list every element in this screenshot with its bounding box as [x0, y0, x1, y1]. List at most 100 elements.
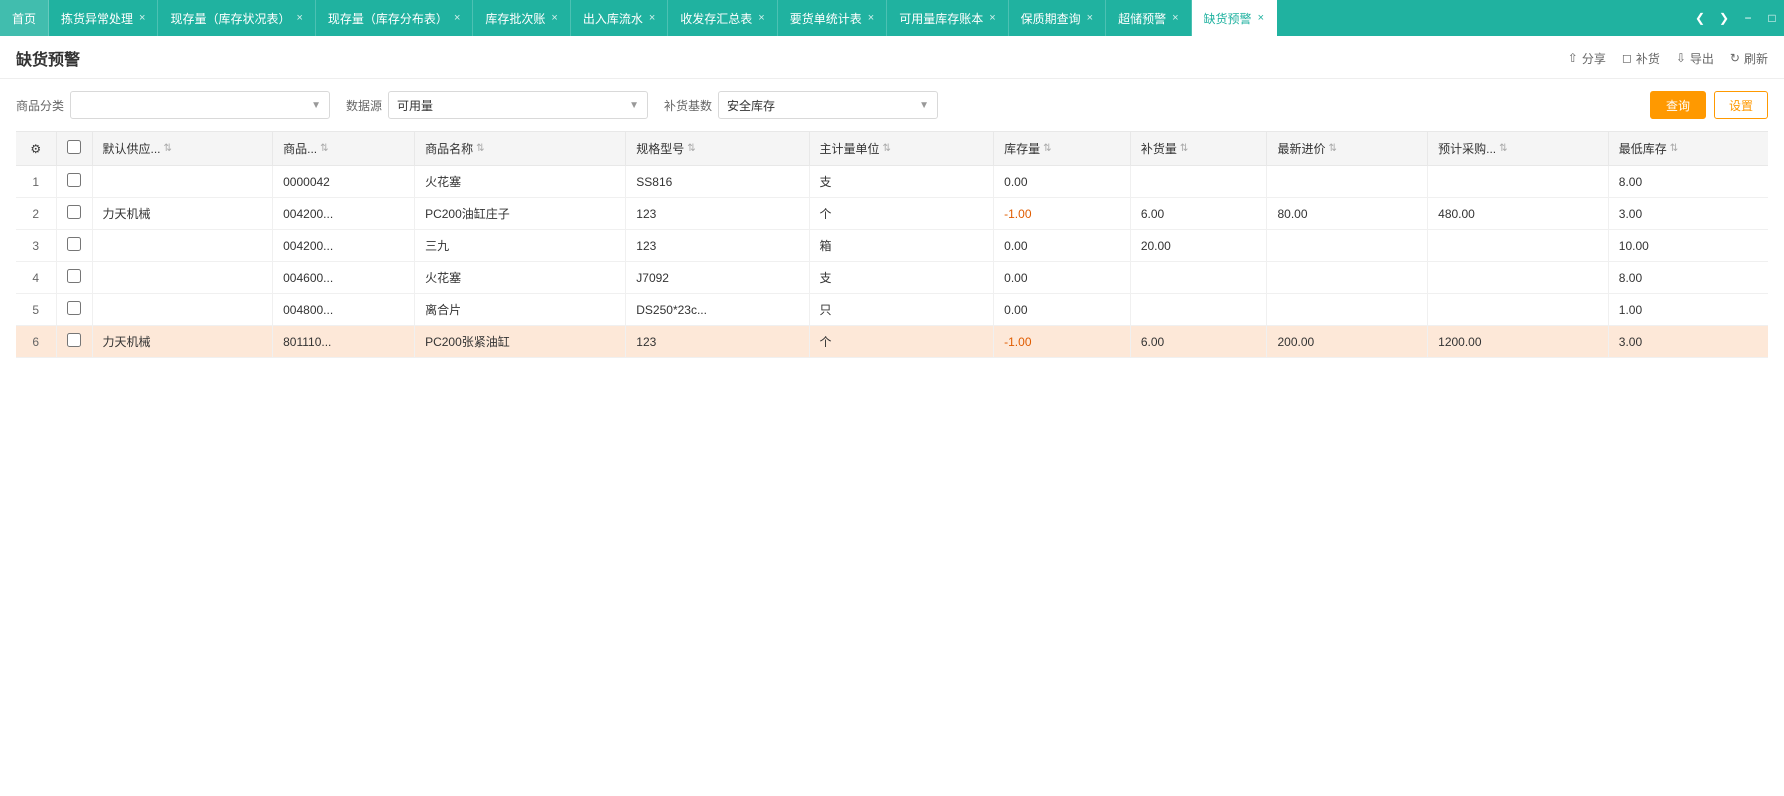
tab-available-close[interactable]: ×	[989, 12, 995, 24]
th-latest-price: 最新进价 ⇅	[1267, 132, 1428, 166]
tab-stock2-close[interactable]: ×	[454, 12, 460, 24]
tab-overstock[interactable]: 超储预警 ×	[1106, 0, 1191, 36]
row-price-3	[1267, 262, 1428, 294]
tab-summary-close[interactable]: ×	[758, 12, 764, 24]
tab-summary[interactable]: 收发存汇总表 ×	[668, 0, 777, 36]
th-supplier-sort[interactable]: 默认供应... ⇅	[103, 140, 172, 157]
th-unit-sort[interactable]: 主计量单位 ⇅	[820, 140, 891, 157]
row-stock-2: 0.00	[994, 230, 1131, 262]
row-min-1: 3.00	[1608, 198, 1768, 230]
th-min-sort[interactable]: 最低库存 ⇅	[1619, 140, 1678, 157]
replenish-action[interactable]: ◻ 补货	[1622, 50, 1660, 67]
row-replenish-5: 6.00	[1130, 326, 1267, 358]
share-label: 分享	[1582, 50, 1606, 67]
tab-picking[interactable]: 拣货异常处理 ×	[49, 0, 158, 36]
replenish-base-label: 补货基数	[664, 97, 712, 114]
row-name-1: PC200油缸庄子	[415, 198, 626, 230]
th-price-sort[interactable]: 最新进价 ⇅	[1277, 140, 1336, 157]
row-spec-0: SS816	[626, 166, 809, 198]
th-replenish-sort[interactable]: 补货量 ⇅	[1141, 140, 1188, 157]
tab-available[interactable]: 可用量库存账本 ×	[887, 0, 1008, 36]
th-stock: 库存量 ⇅	[994, 132, 1131, 166]
th-code-sort[interactable]: 商品... ⇅	[283, 140, 328, 157]
table-row: 1 0000042 火花塞 SS816 支 0.00 8.00	[16, 166, 1768, 198]
tab-batch-label: 库存批次账	[485, 10, 545, 27]
th-stock-sort[interactable]: 库存量 ⇅	[1004, 140, 1051, 157]
settings-button[interactable]: 设置	[1714, 91, 1768, 119]
tab-minimize-btn[interactable]: −	[1736, 11, 1760, 25]
row-checkbox-0[interactable]	[67, 173, 81, 187]
tab-home[interactable]: 首页	[0, 0, 49, 36]
row-unit-5: 个	[809, 326, 994, 358]
th-replenish-label: 补货量	[1141, 140, 1177, 157]
tab-prev-btn[interactable]: ❮	[1688, 11, 1712, 25]
tab-demand-close[interactable]: ×	[868, 12, 874, 24]
row-checkbox-1[interactable]	[67, 205, 81, 219]
select-all-checkbox[interactable]	[67, 140, 81, 154]
th-est-label: 预计采购...	[1438, 140, 1496, 157]
tab-stock1-close[interactable]: ×	[296, 12, 302, 24]
row-check-4	[56, 294, 92, 326]
tab-stock1[interactable]: 现存量（库存状况表） ×	[158, 0, 315, 36]
refresh-action[interactable]: ↻ 刷新	[1730, 50, 1768, 67]
row-check-5	[56, 326, 92, 358]
category-select[interactable]: ▼	[70, 91, 330, 119]
tab-inout-close[interactable]: ×	[649, 12, 655, 24]
th-name-sort[interactable]: 商品名称 ⇅	[425, 140, 484, 157]
row-stock-5: -1.00	[994, 326, 1131, 358]
tab-bar: 首页 拣货异常处理 × 现存量（库存状况表） × 现存量（库存分布表） × 库存…	[0, 0, 1784, 36]
th-spec: 规格型号 ⇅	[626, 132, 809, 166]
row-spec-1: 123	[626, 198, 809, 230]
th-est-purchase: 预计采购... ⇅	[1428, 132, 1609, 166]
row-checkbox-3[interactable]	[67, 269, 81, 283]
row-code-3: 004600...	[273, 262, 415, 294]
tab-next-btn[interactable]: ❯	[1712, 11, 1736, 25]
row-checkbox-4[interactable]	[67, 301, 81, 315]
row-est-4	[1428, 294, 1609, 326]
tab-shortage-close[interactable]: ×	[1258, 12, 1264, 24]
gear-icon[interactable]: ⚙	[30, 142, 41, 156]
tab-stock2[interactable]: 现存量（库存分布表） ×	[316, 0, 473, 36]
th-spec-sort[interactable]: 规格型号 ⇅	[636, 140, 695, 157]
row-code-1: 004200...	[273, 198, 415, 230]
tab-expiry[interactable]: 保质期查询 ×	[1009, 0, 1106, 36]
datasource-value: 可用量	[397, 97, 433, 114]
tab-shortage[interactable]: 缺货预警 ×	[1192, 0, 1277, 36]
row-supplier-5: 力天机械	[92, 326, 273, 358]
th-min-stock: 最低库存 ⇅	[1608, 132, 1768, 166]
th-product-code: 商品... ⇅	[273, 132, 415, 166]
row-check-0	[56, 166, 92, 198]
tab-picking-close[interactable]: ×	[139, 12, 145, 24]
row-price-2	[1267, 230, 1428, 262]
tab-batch-close[interactable]: ×	[551, 12, 557, 24]
tab-expiry-close[interactable]: ×	[1087, 12, 1093, 24]
tab-maximize-btn[interactable]: □	[1760, 11, 1784, 25]
tab-demand-label: 要货单统计表	[790, 10, 862, 27]
row-spec-4: DS250*23c...	[626, 294, 809, 326]
tab-demand[interactable]: 要货单统计表 ×	[778, 0, 887, 36]
export-action[interactable]: ⇩ 导出	[1676, 50, 1714, 67]
table-body: 1 0000042 火花塞 SS816 支 0.00 8.00 2 力天机械 0…	[16, 166, 1768, 358]
query-button[interactable]: 查询	[1650, 91, 1706, 119]
row-unit-4: 只	[809, 294, 994, 326]
datasource-select[interactable]: 可用量 ▼	[388, 91, 648, 119]
share-action[interactable]: ⇧ 分享	[1568, 50, 1606, 67]
row-stock-0: 0.00	[994, 166, 1131, 198]
table-row: 3 004200... 三九 123 箱 0.00 20.00 10.00	[16, 230, 1768, 262]
row-num-2: 3	[16, 230, 56, 262]
th-supplier: 默认供应... ⇅	[92, 132, 273, 166]
replenish-select[interactable]: 安全库存 ▼	[718, 91, 938, 119]
datasource-filter-group: 数据源 可用量 ▼	[346, 91, 648, 119]
replenish-value: 安全库存	[727, 97, 775, 114]
row-checkbox-5[interactable]	[67, 333, 81, 347]
tab-overstock-close[interactable]: ×	[1172, 12, 1178, 24]
row-checkbox-2[interactable]	[67, 237, 81, 251]
row-name-5: PC200张紧油缸	[415, 326, 626, 358]
tab-inout[interactable]: 出入库流水 ×	[571, 0, 668, 36]
row-code-4: 004800...	[273, 294, 415, 326]
row-est-5: 1200.00	[1428, 326, 1609, 358]
replenish-arrow-icon: ▼	[919, 100, 929, 111]
export-icon: ⇩	[1676, 51, 1686, 65]
tab-batch[interactable]: 库存批次账 ×	[473, 0, 570, 36]
th-est-sort[interactable]: 预计采购... ⇅	[1438, 140, 1507, 157]
